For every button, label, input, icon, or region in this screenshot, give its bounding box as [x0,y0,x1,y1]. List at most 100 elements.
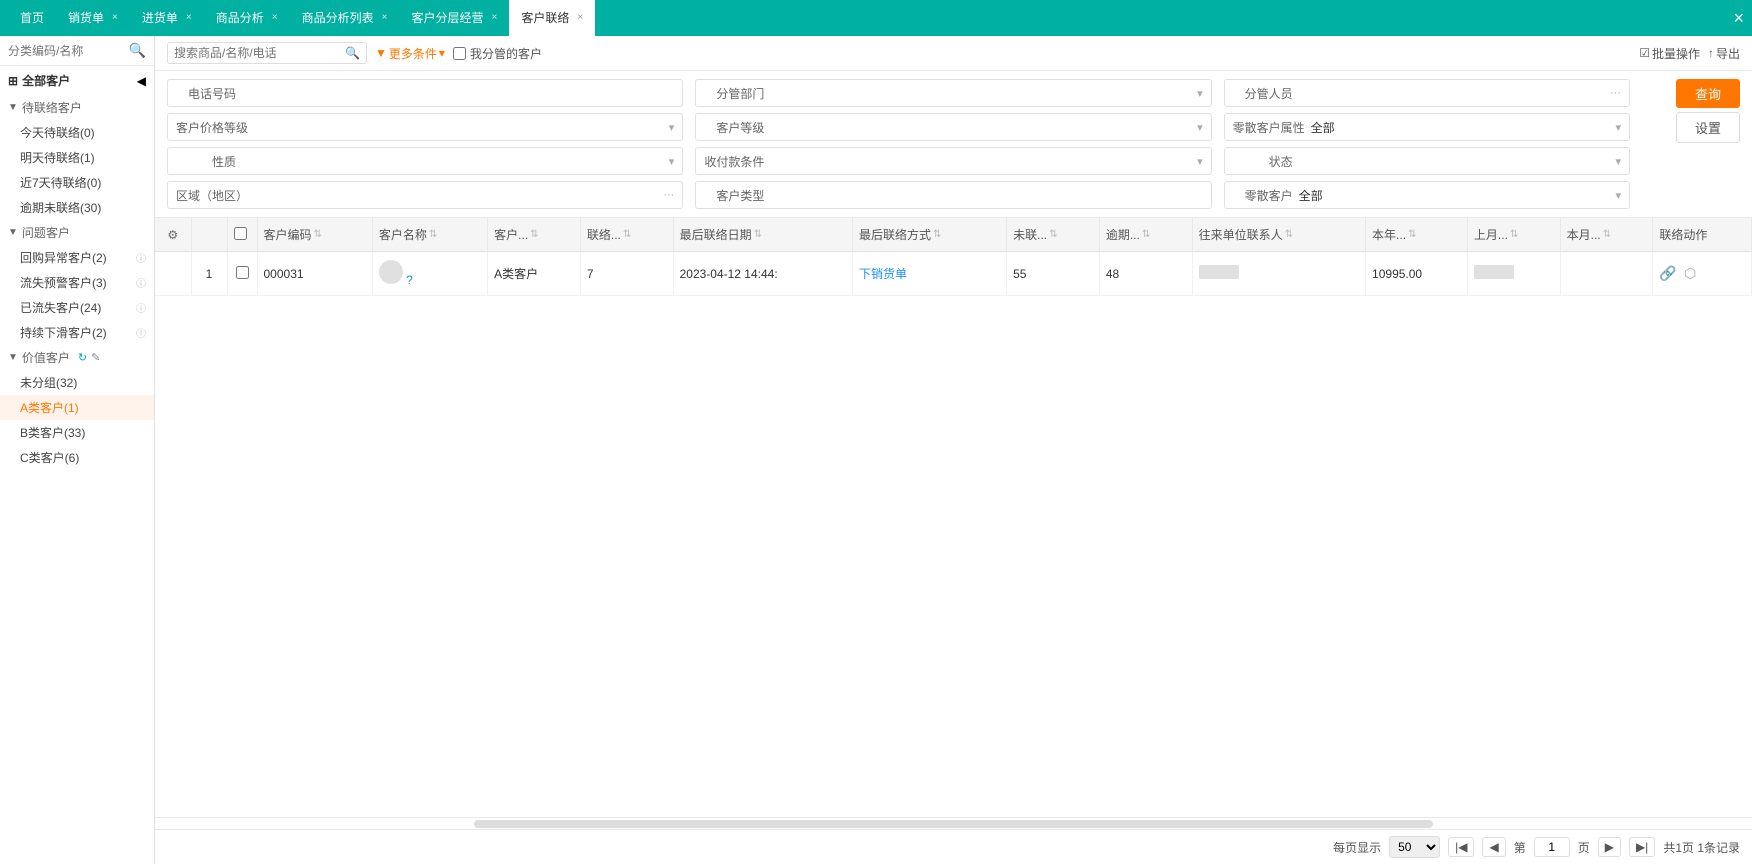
sidebar-item-class-a[interactable]: A类客户(1) [0,395,154,420]
action-link-icon[interactable]: 🔗 [1659,265,1676,281]
filter-payment-input[interactable] [770,154,1197,168]
horizontal-scrollbar[interactable] [155,817,1752,829]
th-overdue[interactable]: 逾期...⇅ [1099,218,1192,252]
filter-dept-input[interactable] [770,86,1197,100]
th-this-year[interactable]: 本年...⇅ [1366,218,1468,252]
th-type[interactable]: 客户...⇅ [488,218,581,252]
nature-dropdown-icon[interactable]: ▾ [669,155,675,168]
price-level-dropdown-icon[interactable]: ▾ [669,121,675,134]
my-customers-checkbox-area[interactable]: 我分管的客户 [453,45,542,62]
sidebar-search-icon[interactable]: 🔍 [129,42,146,59]
filter-person-input[interactable] [1299,86,1610,100]
sidebar-collapse-icon[interactable]: ◀ [137,74,146,88]
cell-name: ? [372,252,487,296]
sidebar-item-repurchase[interactable]: 回购异常客户(2) ⓘ [0,245,154,270]
filter-more-btn[interactable]: ▼ 更多条件 ▾ [375,45,445,62]
nav-home[interactable]: 首页 [8,0,56,36]
next-page-btn[interactable]: ▶ [1598,837,1621,857]
sidebar-item-today[interactable]: 今天待联络(0) [0,120,154,145]
unit-contact-sort-icon: ⇅ [1285,229,1293,240]
prev-page-btn[interactable]: ◀ [1482,837,1505,857]
th-this-month[interactable]: 本月...⇅ [1560,218,1653,252]
sidebar-search-input[interactable] [8,44,125,58]
nav-customer-contact-close[interactable]: × [577,0,583,36]
th-name[interactable]: 客户名称⇅ [372,218,487,252]
filter-status-input[interactable] [1299,154,1616,168]
cell-checkbox[interactable] [227,252,257,296]
sidebar-item-overdue[interactable]: 逾期未联络(30) [0,195,154,220]
sidebar-item-ungrouped[interactable]: 未分组(32) [0,370,154,395]
sidebar-section-value[interactable]: ▼ 价值客户 ↻ ✎ [0,345,154,370]
filter-customer-type-input[interactable] [770,188,1202,202]
nav-purchase[interactable]: 进货单 × [130,0,204,36]
filter-customer-level-input[interactable] [770,120,1197,134]
settings-icon[interactable]: ✎ [91,351,100,364]
th-code[interactable]: 客户编码⇅ [257,218,372,252]
query-button[interactable]: 查询 [1676,79,1740,108]
nav-purchase-close[interactable]: × [186,0,192,36]
my-customers-checkbox[interactable] [453,47,466,60]
th-last-date[interactable]: 最后联络日期⇅ [673,218,852,252]
th-unit-contact[interactable]: 往来单位联系人⇅ [1192,218,1365,252]
nav-sales-close[interactable]: × [112,0,118,36]
last-way-link[interactable]: 下销货单 [859,267,907,281]
unit-contact-placeholder [1199,265,1239,279]
sidebar-item-declining[interactable]: 持续下滑客户(2) ⓘ [0,320,154,345]
sidebar-item-tomorrow[interactable]: 明天待联络(1) [0,145,154,170]
nav-customer-segment[interactable]: 客户分层经营 × [399,0,509,36]
scatter-attr-dropdown-icon[interactable]: ▾ [1615,121,1621,134]
row-checkbox[interactable] [236,266,249,279]
select-all-checkbox[interactable] [234,227,247,240]
th-checkbox[interactable] [227,218,257,252]
overdue-sort-icon: ⇅ [1142,229,1150,240]
sidebar-item-class-c[interactable]: C类客户(6) [0,445,154,470]
sidebar-item-7days[interactable]: 近7天待联络(0) [0,170,154,195]
th-settings[interactable]: ⚙ [155,218,191,252]
filter-region-input[interactable] [254,188,663,202]
nav-analysis-close[interactable]: × [272,0,278,36]
sidebar-item-churned[interactable]: 已流失客户(24) ⓘ [0,295,154,320]
nav-sales[interactable]: 销货单 × [56,0,130,36]
region-more-icon[interactable]: ··· [663,189,674,201]
export-btn[interactable]: ↑ 导出 [1708,45,1740,62]
person-more-icon[interactable]: ··· [1610,87,1621,99]
first-page-btn[interactable]: |◀ [1448,837,1474,857]
filter-price-level-input[interactable] [254,120,669,134]
sidebar-section-pending[interactable]: ▼ 待联络客户 [0,95,154,120]
pagination: 每页显示 10 20 50 100 |◀ ◀ 第 页 ▶ ▶| 共1页 1条记录 [155,829,1752,864]
th-last-way[interactable]: 最后联络方式⇅ [853,218,1007,252]
top-nav: 首页 销货单 × 进货单 × 商品分析 × 商品分析列表 × 客户分层经营 × … [0,0,1752,36]
page-size-select[interactable]: 10 20 50 100 [1389,836,1440,858]
sidebar-section-problem[interactable]: ▼ 问题客户 [0,220,154,245]
page-input[interactable] [1534,837,1570,857]
nav-analysis-list-close[interactable]: × [382,0,388,36]
status-dropdown-icon[interactable]: ▾ [1615,155,1621,168]
filter-customer-type-label: 客户类型 [704,187,764,204]
nav-analysis[interactable]: 商品分析 × [204,0,290,36]
nav-analysis-list[interactable]: 商品分析列表 × [290,0,400,36]
th-no-contact[interactable]: 未联...⇅ [1007,218,1100,252]
filter-search-input[interactable] [174,46,341,60]
sidebar-item-churn-warning[interactable]: 流失预警客户(3) ⓘ [0,270,154,295]
filter-nature-input[interactable] [242,154,669,168]
close-all-btn[interactable]: × [1733,8,1744,29]
th-last-month[interactable]: 上月...⇅ [1467,218,1560,252]
action-qr-icon[interactable]: ⬡ [1684,265,1696,281]
customer-level-dropdown-icon[interactable]: ▾ [1197,121,1203,134]
payment-dropdown-icon[interactable]: ▾ [1197,155,1203,168]
filter-search-icon[interactable]: 🔍 [345,46,360,60]
scatter-customer-dropdown-icon[interactable]: ▾ [1615,189,1621,202]
filter-row-4: 区域（地区） ··· 客户类型 零散客户 全部 ▾ [167,181,1740,209]
last-page-btn[interactable]: ▶| [1629,837,1655,857]
batch-ops-btn[interactable]: ☑ 批量操作 [1639,45,1700,62]
refresh-icon[interactable]: ↻ [78,351,87,364]
filter-phone-input[interactable] [242,86,674,100]
th-contact[interactable]: 联络...⇅ [580,218,673,252]
nav-customer-segment-close[interactable]: × [491,0,497,36]
dept-dropdown-icon[interactable]: ▾ [1197,87,1203,100]
settings-button[interactable]: 设置 [1676,112,1740,143]
sidebar-all-customers[interactable]: ⊞ 全部客户 ◀ [0,66,154,95]
nav-customer-contact[interactable]: 客户联络 × [509,0,595,36]
sidebar-item-class-b[interactable]: B类客户(33) [0,420,154,445]
filter-dept: 分管部门 ▾ [695,79,1211,107]
